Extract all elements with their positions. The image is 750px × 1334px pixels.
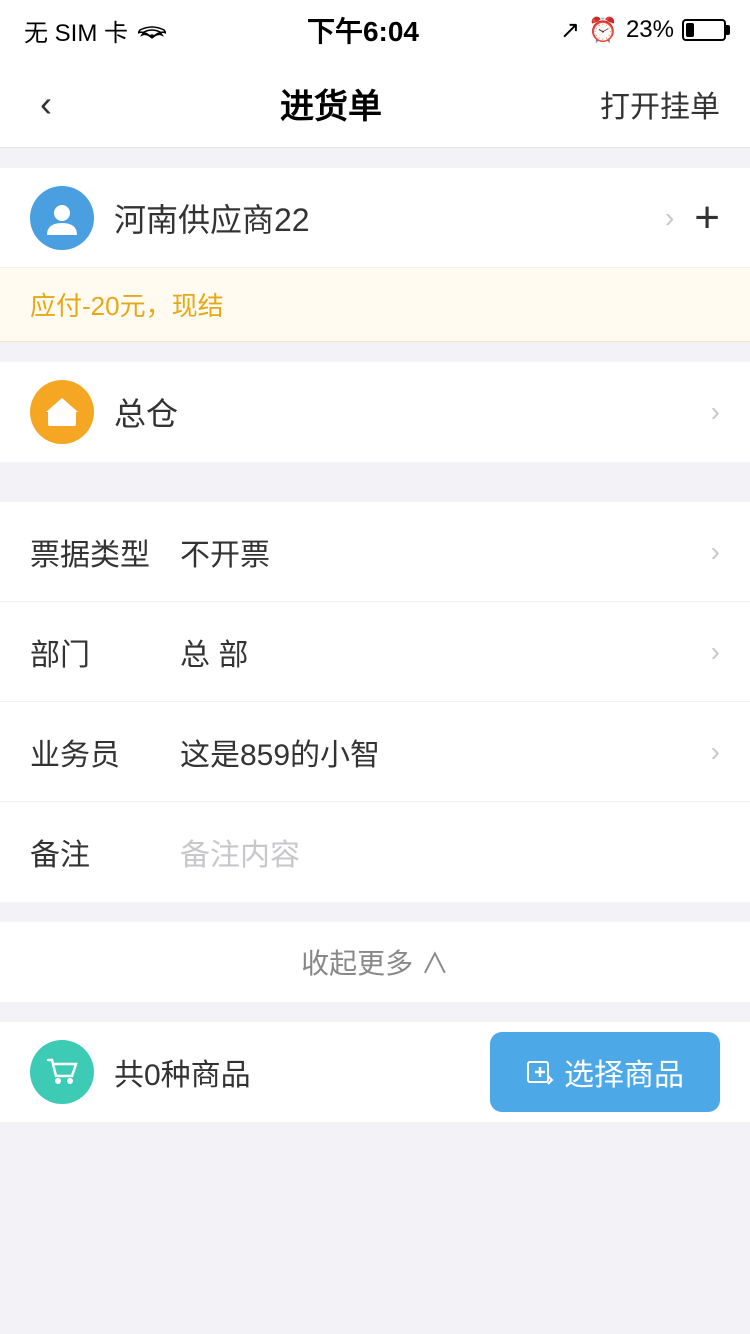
status-bar: 无 SIM 卡 下午6:04 ↗ ⏰ 23% xyxy=(0,0,750,60)
section-gap-1 xyxy=(0,148,750,168)
back-button[interactable]: ‹ xyxy=(30,73,62,135)
warehouse-chevron-icon: › xyxy=(711,396,720,428)
warehouse-icon xyxy=(44,394,80,430)
select-product-button[interactable]: 选择商品 xyxy=(490,1032,720,1112)
status-right: ↗ ⏰ 23% xyxy=(560,16,726,45)
carrier-label: 无 SIM 卡 xyxy=(24,13,128,48)
section-gap-3 xyxy=(0,462,750,482)
person-icon xyxy=(43,199,81,237)
dept-chevron-icon: › xyxy=(711,636,720,668)
select-product-label: 选择商品 xyxy=(564,1050,684,1094)
warehouse-section[interactable]: 总仓 › xyxy=(0,362,750,462)
collapse-row[interactable]: 收起更多 ∧ xyxy=(0,922,750,1002)
dept-row[interactable]: 部门 总 部 › xyxy=(0,602,750,702)
invoice-type-value: 不开票 xyxy=(150,530,711,574)
salesman-label: 业务员 xyxy=(30,730,150,774)
alarm-icon: ⏰ xyxy=(588,16,618,45)
battery-icon xyxy=(682,19,726,41)
supplier-chevron-icon: › xyxy=(665,202,674,234)
remark-input[interactable]: 备注内容 xyxy=(150,830,720,874)
supplier-section: 河南供应商22 › + 应付-20元，现结 xyxy=(0,168,750,342)
location-icon: ↗ xyxy=(560,16,580,45)
warehouse-name: 总仓 xyxy=(114,389,711,435)
remark-row[interactable]: 备注 备注内容 xyxy=(0,802,750,902)
salesman-value: 这是859的小智 xyxy=(150,730,711,774)
section-gap-2 xyxy=(0,342,750,362)
dept-value: 总 部 xyxy=(150,630,711,674)
nav-bar: ‹ 进货单 打开挂单 xyxy=(0,60,750,148)
salesman-chevron-icon: › xyxy=(711,736,720,768)
add-supplier-button[interactable]: + xyxy=(694,196,720,240)
warehouse-row[interactable]: 总仓 › xyxy=(0,362,750,462)
invoice-chevron-icon: › xyxy=(711,536,720,568)
page-title: 进货单 xyxy=(280,79,382,128)
supplier-avatar xyxy=(30,186,94,250)
status-left: 无 SIM 卡 xyxy=(24,13,166,48)
bottom-bar: 共0种商品 选择商品 xyxy=(0,1022,750,1122)
salesman-row[interactable]: 业务员 这是859的小智 › xyxy=(0,702,750,802)
dept-label: 部门 xyxy=(30,630,150,674)
collapse-label: 收起更多 ∧ xyxy=(301,942,449,982)
supplier-row[interactable]: 河南供应商22 › + xyxy=(0,168,750,268)
battery-percent: 23% xyxy=(626,16,674,44)
invoice-type-label: 票据类型 xyxy=(30,530,150,574)
warehouse-icon-wrap xyxy=(30,380,94,444)
wifi-icon xyxy=(138,20,166,40)
status-time: 下午6:04 xyxy=(307,10,419,50)
supplier-notice: 应付-20元，现结 xyxy=(0,268,750,342)
cart-icon-wrap xyxy=(30,1040,94,1104)
supplier-name: 河南供应商22 xyxy=(114,195,665,241)
form-section: 票据类型 不开票 › 部门 总 部 › 业务员 这是859的小智 › 备注 备注… xyxy=(0,502,750,902)
select-product-icon xyxy=(526,1058,554,1086)
invoice-type-row[interactable]: 票据类型 不开票 › xyxy=(0,502,750,602)
product-count: 共0种商品 xyxy=(114,1050,490,1094)
cart-icon xyxy=(44,1054,80,1090)
remark-label: 备注 xyxy=(30,830,150,874)
open-pending-button[interactable]: 打开挂单 xyxy=(600,82,720,126)
